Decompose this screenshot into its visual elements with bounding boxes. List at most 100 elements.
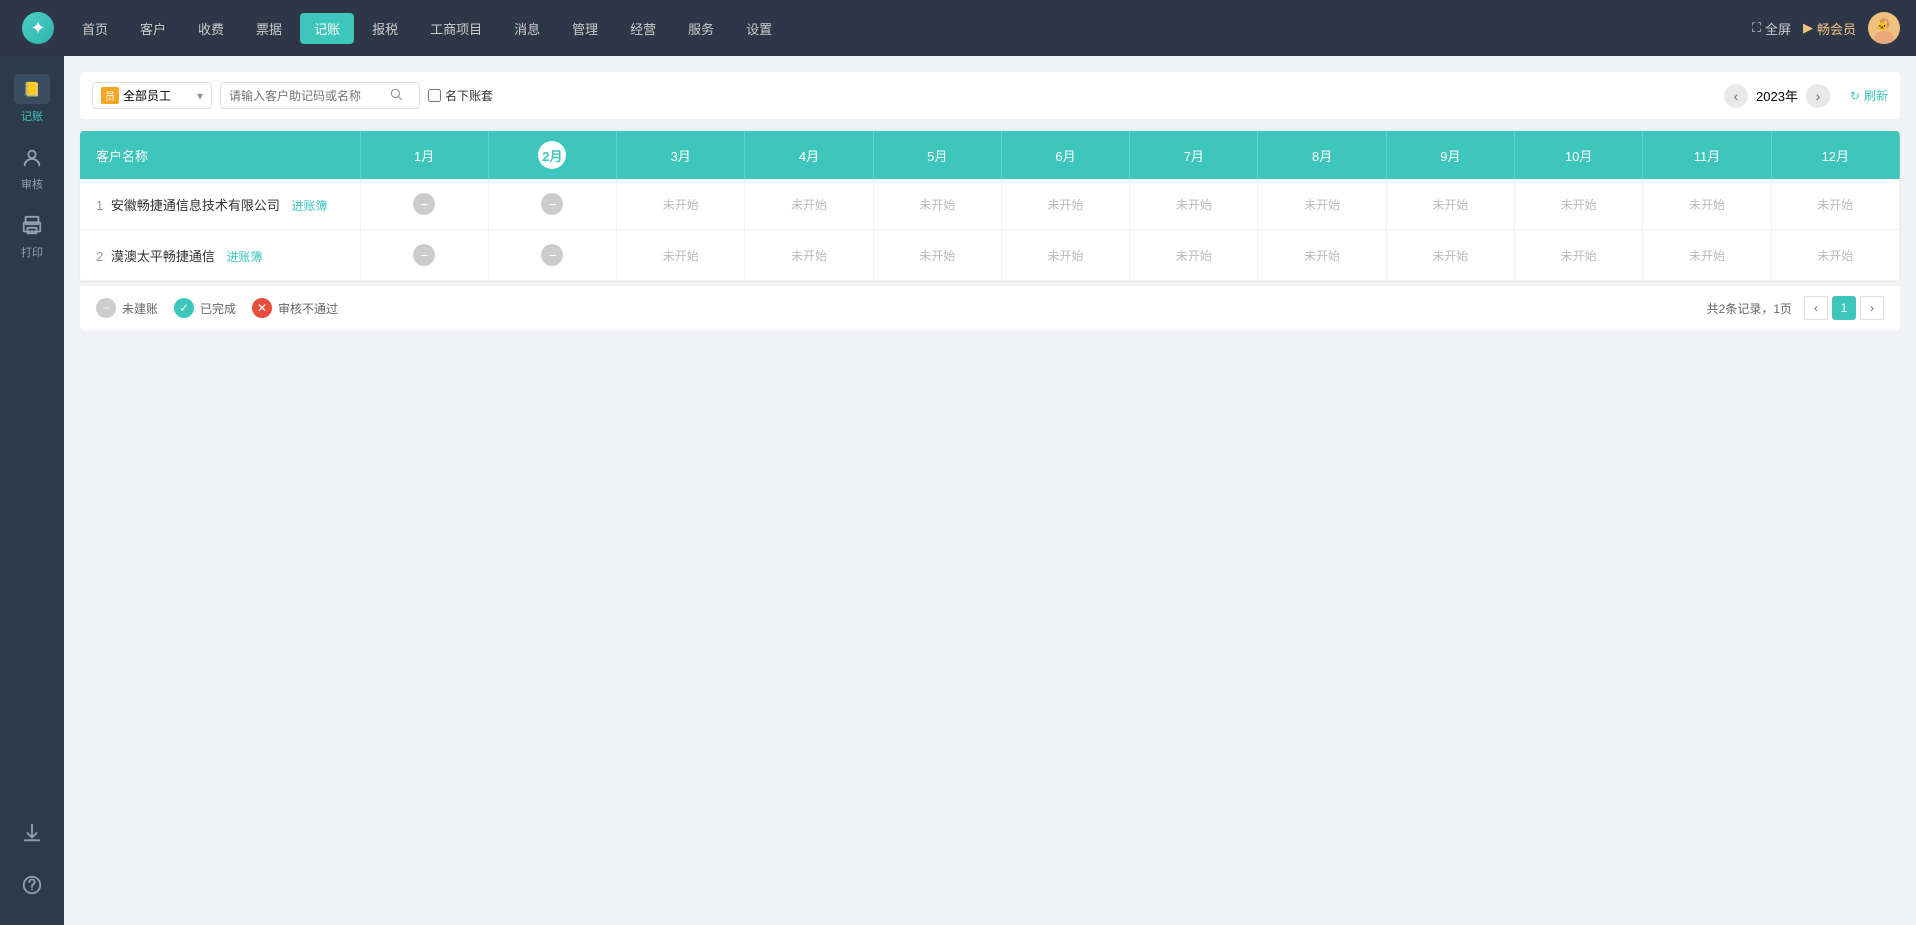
nav-item-service[interactable]: 服务 [674, 13, 728, 44]
sidebar-item-ledger[interactable]: 📒 记账 [0, 64, 64, 134]
not-started-label: 未开始 [1304, 198, 1340, 212]
not-started-label: 未开始 [663, 198, 699, 212]
table-header-row: 客户名称 1月 2月 3月 4月 5月 6月 7月 8月 9月 10月 11月 … [80, 131, 1900, 179]
month-cell-7: 未开始 [1130, 230, 1258, 281]
legend-not-built-label: 未建账 [122, 300, 158, 317]
legend-red-icon: ✕ [252, 298, 272, 318]
legend-gray-icon: − [96, 298, 116, 318]
fullscreen-button[interactable]: ⛶ 全屏 [1752, 19, 1791, 38]
col-header-jun: 6月 [1001, 131, 1129, 179]
month-cell-2: − [488, 230, 616, 281]
month-cell-4: 未开始 [745, 179, 873, 230]
not-started-label: 未开始 [1176, 249, 1212, 263]
col-header-feb: 2月 [488, 131, 616, 179]
col-header-may: 5月 [873, 131, 1001, 179]
sidebar-item-download[interactable] [18, 809, 46, 857]
toolbar: 员 全部员工 ▾ 名下账套 ‹ 2023年 › ↻ 刷新 [80, 72, 1900, 119]
col-header-mar: 3月 [617, 131, 745, 179]
legend-teal-icon: ✓ [174, 298, 194, 318]
sidebar-item-help[interactable] [18, 861, 46, 909]
nav-item-business[interactable]: 工商项目 [416, 13, 496, 44]
status-dash-icon: − [413, 193, 435, 215]
avatar[interactable]: 🐱 [1868, 12, 1900, 44]
year-nav: ‹ 2023年 › [1724, 84, 1830, 108]
not-started-label: 未开始 [1048, 249, 1084, 263]
nav-item-ledger[interactable]: 记账 [300, 13, 354, 44]
next-year-button[interactable]: › [1806, 84, 1830, 108]
page-1-button[interactable]: 1 [1832, 296, 1856, 320]
legend-rejected-label: 审核不通过 [278, 300, 338, 317]
next-page-button[interactable]: › [1860, 296, 1884, 320]
sidebar-item-audit[interactable]: 审核 [0, 134, 64, 202]
nav-item-message[interactable]: 消息 [500, 13, 554, 44]
month-cell-1: − [360, 230, 488, 281]
table-row: 1 安徽畅捷通信息技术有限公司 进账簿 −−未开始未开始未开始未开始未开始未开始… [80, 179, 1900, 230]
checkbox-label[interactable]: 名下账套 [428, 87, 493, 104]
nav-item-settings[interactable]: 设置 [732, 13, 786, 44]
col-header-apr: 4月 [745, 131, 873, 179]
checkbox-text: 名下账套 [445, 87, 493, 104]
sidebar-item-print[interactable]: 打印 [0, 202, 64, 270]
client-cell: 2 漠澳太平畅捷通信 进账簿 [80, 230, 360, 281]
month-cell-6: 未开始 [1001, 179, 1129, 230]
refresh-button[interactable]: ↻ 刷新 [1850, 87, 1888, 104]
not-started-label: 未开始 [919, 198, 955, 212]
nav-item-home[interactable]: 首页 [68, 13, 122, 44]
search-button[interactable] [389, 87, 403, 104]
search-input[interactable] [229, 89, 389, 103]
legend-rejected: ✕ 审核不通过 [252, 298, 338, 318]
not-started-label: 未开始 [663, 249, 699, 263]
status-dash-icon: − [541, 244, 563, 266]
enter-ledger-link[interactable]: 进账簿 [227, 250, 263, 264]
logo-icon: ✦ [22, 12, 54, 44]
nav-item-client[interactable]: 客户 [126, 13, 180, 44]
refresh-icon: ↻ [1850, 89, 1860, 103]
not-started-label: 未开始 [1176, 198, 1212, 212]
month-cell-1: − [360, 179, 488, 230]
not-started-label: 未开始 [1817, 249, 1853, 263]
col-header-aug: 8月 [1258, 131, 1386, 179]
table-footer: − 未建账 ✓ 已完成 ✕ 审核不通过 共2条记录，1页 ‹ 1 › [80, 285, 1900, 330]
legend-completed-label: 已完成 [200, 300, 236, 317]
employee-select-label: 全部员工 [123, 87, 171, 104]
month-cell-11: 未开始 [1643, 179, 1771, 230]
not-started-label: 未开始 [1048, 198, 1084, 212]
main-content: 员 全部员工 ▾ 名下账套 ‹ 2023年 › ↻ 刷新 [64, 56, 1916, 925]
month-cell-6: 未开始 [1001, 230, 1129, 281]
nav-item-invoice[interactable]: 票据 [242, 13, 296, 44]
nav-items: 首页 客户 收费 票据 记账 报税 工商项目 消息 管理 经营 服务 设置 [68, 13, 1752, 44]
month-cell-8: 未开始 [1258, 230, 1386, 281]
prev-year-button[interactable]: ‹ [1724, 84, 1748, 108]
not-started-label: 未开始 [791, 198, 827, 212]
client-name: 漠澳太平畅捷通信 [111, 249, 215, 264]
sidebar-bottom [18, 809, 46, 909]
search-input-wrap [220, 82, 420, 109]
nav-item-manage[interactable]: 管理 [558, 13, 612, 44]
table-body: 1 安徽畅捷通信息技术有限公司 进账簿 −−未开始未开始未开始未开始未开始未开始… [80, 179, 1900, 281]
current-month-circle: 2月 [538, 141, 566, 169]
enter-ledger-link[interactable]: 进账簿 [292, 199, 328, 213]
sidebar-item-audit-label: 审核 [21, 176, 43, 192]
my-accounts-checkbox[interactable] [428, 89, 441, 102]
month-cell-9: 未开始 [1386, 230, 1514, 281]
col-header-dec: 12月 [1771, 131, 1899, 179]
col-header-jan: 1月 [360, 131, 488, 179]
month-cell-11: 未开始 [1643, 230, 1771, 281]
client-cell: 1 安徽畅捷通信息技术有限公司 进账簿 [80, 179, 360, 230]
not-started-label: 未开始 [1817, 198, 1853, 212]
nav-item-tax[interactable]: 报税 [358, 13, 412, 44]
row-index: 2 [96, 249, 103, 264]
vip-button[interactable]: ▶ 畅会员 [1803, 19, 1856, 38]
prev-page-button[interactable]: ‹ [1804, 296, 1828, 320]
col-header-oct: 10月 [1515, 131, 1643, 179]
employee-select[interactable]: 员 全部员工 ▾ [92, 82, 212, 109]
month-cell-3: 未开始 [617, 230, 745, 281]
nav-item-operation[interactable]: 经营 [616, 13, 670, 44]
svg-text:🐱: 🐱 [1876, 20, 1888, 32]
employee-badge: 员 [101, 87, 119, 104]
fullscreen-label: 全屏 [1765, 19, 1791, 38]
nav-item-fee[interactable]: 收费 [184, 13, 238, 44]
month-cell-5: 未开始 [873, 179, 1001, 230]
month-cell-8: 未开始 [1258, 179, 1386, 230]
legend-not-built: − 未建账 [96, 298, 158, 318]
